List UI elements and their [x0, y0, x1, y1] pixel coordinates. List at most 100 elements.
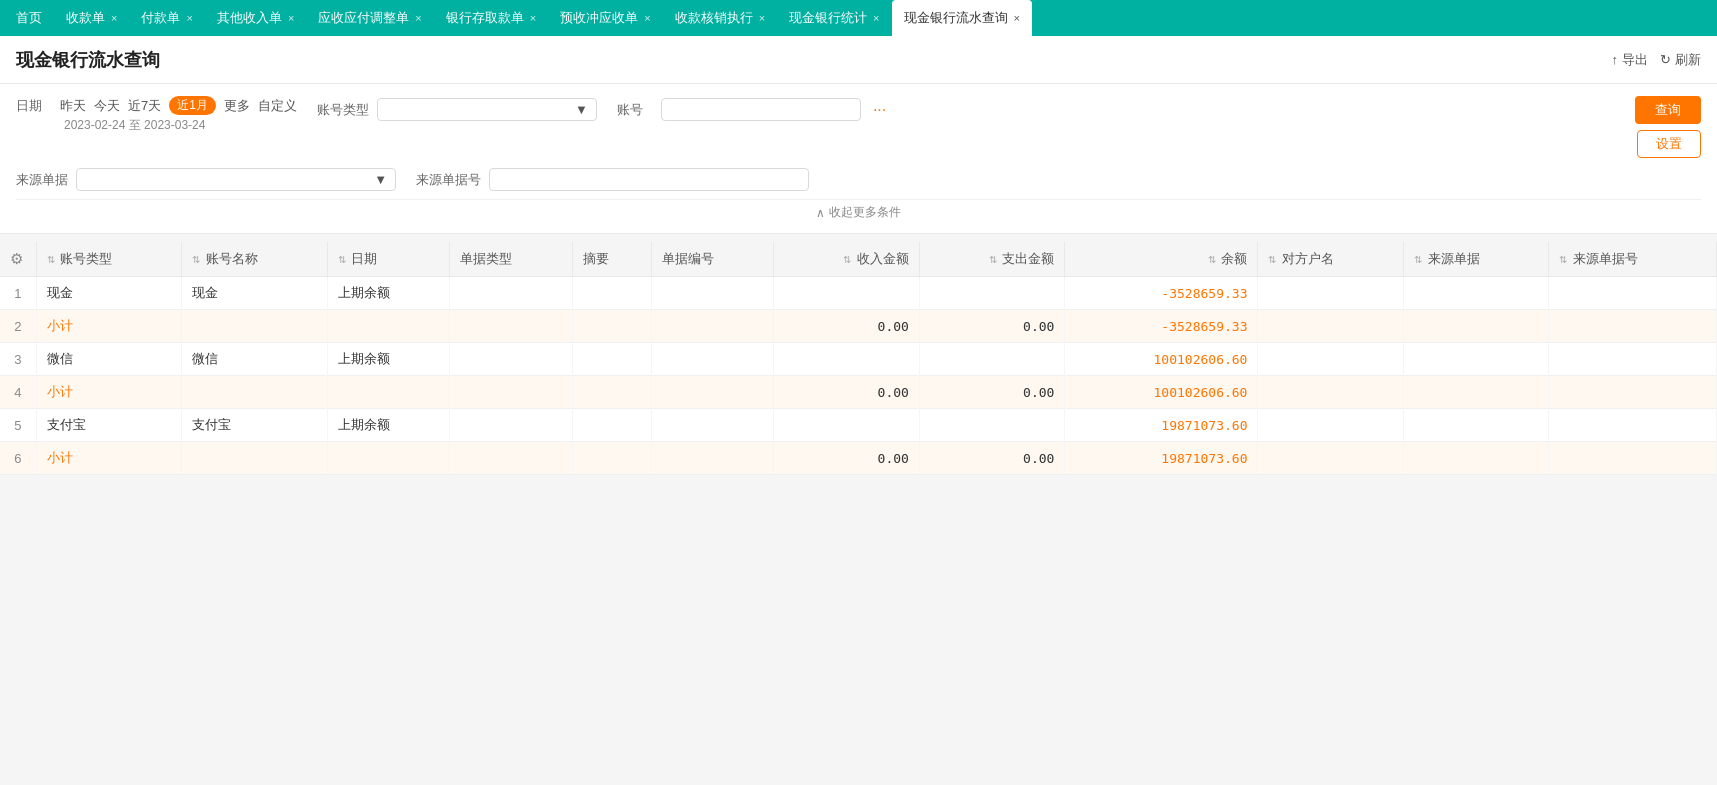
cell-account-type: 小计	[36, 310, 182, 343]
date-more-btn[interactable]: 更多	[224, 97, 250, 115]
cell-source-doc-no	[1549, 343, 1717, 376]
refresh-icon: ↻	[1660, 52, 1671, 67]
nav-tab-cash-bank-stat[interactable]: 现金银行统计 ×	[777, 0, 891, 36]
account-label: 账号	[617, 101, 653, 119]
cell-counter-party	[1258, 376, 1404, 409]
sort-arrows-icon[interactable]: ⇅	[843, 254, 851, 265]
cell-num: 2	[0, 310, 36, 343]
cell-account-name	[182, 310, 328, 343]
cell-income	[774, 343, 920, 376]
sort-arrows-icon[interactable]: ⇅	[1268, 254, 1276, 265]
col-expense: ⇅ 支出金额	[919, 242, 1065, 277]
source-doc-no-input[interactable]	[498, 172, 800, 187]
nav-tab-payment[interactable]: 付款单 ×	[129, 0, 204, 36]
cell-account-type: 微信	[36, 343, 182, 376]
col-date: ⇅ 日期	[327, 242, 450, 277]
chevron-down-icon: ▼	[575, 102, 588, 117]
close-icon[interactable]: ×	[530, 12, 536, 24]
close-icon[interactable]: ×	[873, 12, 879, 24]
cell-account-type: 现金	[36, 277, 182, 310]
date-label: 日期	[16, 97, 52, 115]
settings-button[interactable]: 设置	[1637, 130, 1701, 158]
cell-balance: 19871073.60	[1065, 409, 1258, 442]
sort-arrows-icon[interactable]: ⇅	[989, 254, 997, 265]
close-icon[interactable]: ×	[644, 12, 650, 24]
source-doc-select[interactable]: ▼	[76, 168, 396, 191]
date-custom-btn[interactable]: 自定义	[258, 97, 297, 115]
close-icon[interactable]: ×	[1014, 12, 1020, 24]
date-range-text: 2023-02-24 至 2023-03-24	[20, 117, 297, 134]
cell-summary	[572, 277, 651, 310]
close-icon[interactable]: ×	[186, 12, 192, 24]
table-header-row: ⚙ ⇅ 账号类型 ⇅ 账号名称 ⇅ 日期 单据类型 摘要	[0, 242, 1717, 277]
nav-tab-other-income[interactable]: 其他收入单 ×	[205, 0, 306, 36]
query-button[interactable]: 查询	[1635, 96, 1701, 124]
cell-source-doc-no	[1549, 442, 1717, 475]
cell-account-name	[182, 442, 328, 475]
col-balance: ⇅ 余额	[1065, 242, 1258, 277]
page-header: 现金银行流水查询 ↑ 导出 ↻ 刷新	[0, 36, 1717, 84]
nav-tab-home[interactable]: 首页	[4, 0, 54, 36]
col-settings: ⚙	[0, 242, 36, 277]
account-type-label: 账号类型	[317, 101, 369, 119]
date-today-btn[interactable]: 今天	[94, 97, 120, 115]
account-more-btn[interactable]: ···	[873, 101, 886, 119]
source-doc-no-label: 来源单据号	[416, 171, 481, 189]
header-actions: ↑ 导出 ↻ 刷新	[1612, 51, 1702, 69]
data-table-container: ⚙ ⇅ 账号类型 ⇅ 账号名称 ⇅ 日期 单据类型 摘要	[0, 242, 1717, 475]
cell-summary	[572, 310, 651, 343]
source-doc-label: 来源单据	[16, 171, 68, 189]
cell-date	[327, 310, 450, 343]
sort-arrows-icon[interactable]: ⇅	[1559, 254, 1567, 265]
nav-tab-ap-adjust[interactable]: 应收应付调整单 ×	[306, 0, 433, 36]
cell-account-type: 支付宝	[36, 409, 182, 442]
date-1month-btn[interactable]: 近1月	[169, 96, 216, 115]
close-icon[interactable]: ×	[111, 12, 117, 24]
nav-tab-collect-verify[interactable]: 收款核销执行 ×	[663, 0, 777, 36]
cell-balance: 100102606.60	[1065, 376, 1258, 409]
cell-expense: 0.00	[919, 442, 1065, 475]
cell-source-doc-no	[1549, 277, 1717, 310]
col-doc-type: 单据类型	[450, 242, 573, 277]
sort-arrows-icon[interactable]: ⇅	[1208, 254, 1216, 265]
cell-num: 1	[0, 277, 36, 310]
table-row: 1 现金 现金 上期余额 -3528659.33	[0, 277, 1717, 310]
cell-source-doc-no	[1549, 310, 1717, 343]
nav-tab-cash-bank-flow[interactable]: 现金银行流水查询 ×	[892, 0, 1032, 36]
chevron-down-icon: ▼	[374, 172, 387, 187]
nav-tab-bank-deposit[interactable]: 银行存取款单 ×	[434, 0, 548, 36]
account-type-select[interactable]: ▼	[377, 98, 597, 121]
table-row: 5 支付宝 支付宝 上期余额 19871073.60	[0, 409, 1717, 442]
close-icon[interactable]: ×	[759, 12, 765, 24]
cell-account-type: 小计	[36, 376, 182, 409]
cell-doc-type	[450, 277, 573, 310]
collapse-more-btn[interactable]: ∧ 收起更多条件	[16, 199, 1701, 225]
close-icon[interactable]: ×	[415, 12, 421, 24]
sort-arrows-icon[interactable]: ⇅	[192, 254, 200, 265]
nav-tab-receipt[interactable]: 收款单 ×	[54, 0, 129, 36]
account-input[interactable]	[670, 102, 852, 117]
sort-arrows-icon[interactable]: ⇅	[1414, 254, 1422, 265]
cell-counter-party	[1258, 343, 1404, 376]
filter-area: 日期 昨天 今天 近7天 近1月 更多 自定义 2023-02-24 至 202…	[0, 84, 1717, 234]
export-button[interactable]: ↑ 导出	[1612, 51, 1649, 69]
sort-arrows-icon[interactable]: ⇅	[338, 254, 346, 265]
cell-source-doc	[1403, 310, 1549, 343]
export-icon: ↑	[1612, 52, 1619, 67]
date-7days-btn[interactable]: 近7天	[128, 97, 161, 115]
table-settings-icon[interactable]: ⚙	[10, 250, 23, 267]
cell-summary	[572, 409, 651, 442]
date-yesterday-btn[interactable]: 昨天	[60, 97, 86, 115]
cell-doc-type	[450, 310, 573, 343]
source-doc-no-input-wrapper[interactable]	[489, 168, 809, 191]
nav-tab-prepay-offset[interactable]: 预收冲应收单 ×	[548, 0, 662, 36]
cell-date: 上期余额	[327, 277, 450, 310]
table-row: 4 小计 0.00 0.00 100102606.60	[0, 376, 1717, 409]
table-row: 2 小计 0.00 0.00 -3528659.33	[0, 310, 1717, 343]
account-input-wrapper[interactable]	[661, 98, 861, 121]
sort-arrows-icon[interactable]: ⇅	[47, 254, 55, 265]
close-icon[interactable]: ×	[288, 12, 294, 24]
refresh-button[interactable]: ↻ 刷新	[1660, 51, 1701, 69]
cell-counter-party	[1258, 442, 1404, 475]
date-quick-buttons: 昨天 今天 近7天 近1月 更多 自定义	[60, 96, 297, 115]
